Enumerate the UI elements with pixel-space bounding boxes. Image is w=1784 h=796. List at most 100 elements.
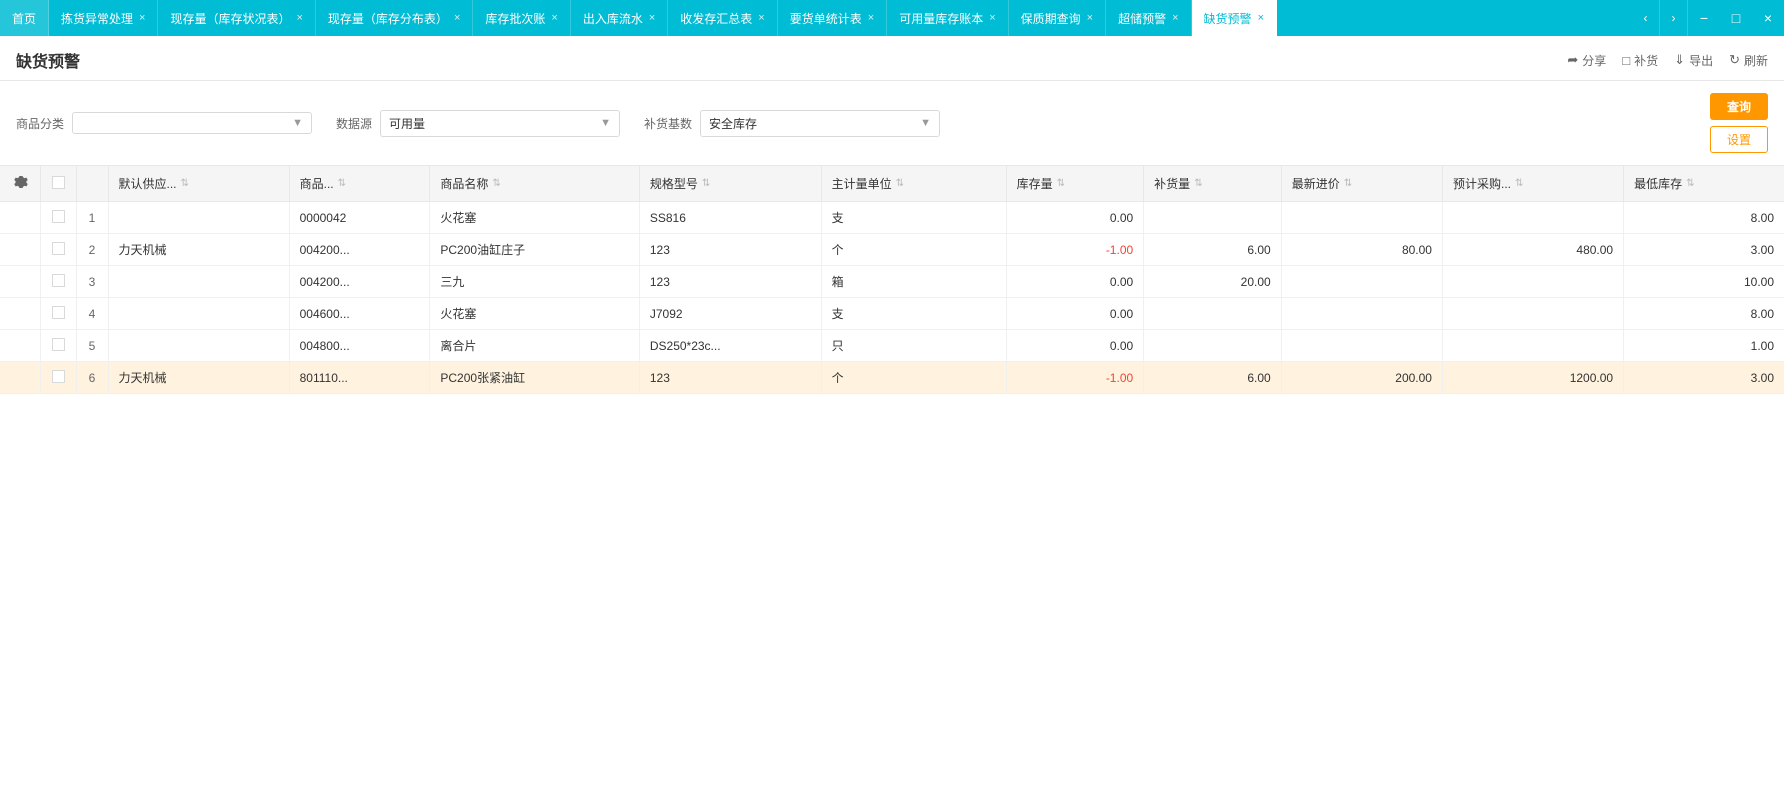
tab-item-home[interactable]: 首页 [0, 0, 49, 36]
sort-replenish-icon: ⇅ [1194, 178, 1202, 189]
row-checkbox-cell-2[interactable] [40, 266, 76, 298]
window-close-btn[interactable]: × [1752, 10, 1784, 26]
row-replenish-qty-1: 6.00 [1144, 234, 1282, 266]
datasource-chevron-icon: ▼ [600, 117, 611, 129]
th-min-stock[interactable]: 最低库存 ⇅ [1624, 166, 1784, 202]
table-row: 5004800...离合片DS250*23c...只0.001.00 [0, 330, 1784, 362]
row-replenish-qty-0 [1144, 202, 1282, 234]
tab-item-in-out-flow[interactable]: 出入库流水× [571, 0, 668, 36]
row-checkbox-0[interactable] [52, 210, 65, 223]
share-icon: ➦ [1567, 52, 1578, 68]
row-stock-3: 0.00 [1006, 298, 1144, 330]
window-maximize-btn[interactable]: □ [1720, 10, 1752, 26]
share-btn[interactable]: ➦ 分享 [1567, 52, 1606, 69]
tab-item-receipt-summary[interactable]: 收发存汇总表 × [668, 0, 777, 36]
tab-close-order-stats[interactable]: × [868, 12, 874, 24]
tab-item-expiry-query[interactable]: 保质期查询× [1009, 0, 1106, 36]
row-stock-5: -1.00 [1006, 362, 1144, 394]
window-minimize-btn[interactable]: − [1688, 10, 1720, 26]
row-checkbox-2[interactable] [52, 274, 65, 287]
replenish-btn[interactable]: □ 补货 [1622, 52, 1658, 69]
th-spec[interactable]: 规格型号 ⇅ [639, 166, 821, 202]
row-product-code-2: 004200... [289, 266, 430, 298]
th-estimated-purchase[interactable]: 预计采购... ⇅ [1442, 166, 1623, 202]
th-unit[interactable]: 主计量单位 ⇅ [821, 166, 1006, 202]
tab-item-shortage-warning[interactable]: 缺货预警× [1192, 0, 1277, 36]
row-checkbox-cell-1[interactable] [40, 234, 76, 266]
category-chevron-icon: ▼ [292, 117, 303, 129]
tab-label-home: 首页 [12, 10, 36, 27]
row-stock-1: -1.00 [1006, 234, 1144, 266]
row-replenish-qty-3 [1144, 298, 1282, 330]
tab-item-inventory-dist[interactable]: 现存量（库存分布表）× [316, 0, 473, 36]
tab-close-receipt-summary[interactable]: × [758, 12, 764, 24]
tab-close-expiry-query[interactable]: × [1087, 12, 1093, 24]
row-product-name-0: 火花塞 [430, 202, 639, 234]
tab-close-in-out-flow[interactable]: × [649, 12, 655, 24]
row-checkbox-1[interactable] [52, 242, 65, 255]
th-replenish-qty[interactable]: 补货量 ⇅ [1144, 166, 1282, 202]
th-checkbox[interactable] [40, 166, 76, 202]
tab-close-batch-account[interactable]: × [551, 12, 557, 24]
export-btn[interactable]: ⇓ 导出 [1674, 52, 1713, 69]
category-filter: 商品分类 ▼ [16, 112, 312, 134]
replenish-base-chevron-icon: ▼ [920, 117, 931, 129]
tab-close-defect-abnormal[interactable]: × [139, 12, 145, 24]
row-checkbox-5[interactable] [52, 370, 65, 383]
tab-next-btn[interactable]: › [1660, 0, 1688, 36]
row-checkbox-cell-5[interactable] [40, 362, 76, 394]
tab-item-order-stats[interactable]: 要货单统计表× [778, 0, 887, 36]
refresh-icon: ↻ [1729, 52, 1740, 68]
row-settings-cell-3 [0, 298, 40, 330]
tab-item-overstock-warning[interactable]: 超储预警× [1106, 0, 1191, 36]
row-checkbox-cell-4[interactable] [40, 330, 76, 362]
th-product-code[interactable]: 商品... ⇅ [289, 166, 430, 202]
row-number-1: 2 [76, 234, 108, 266]
th-product-name[interactable]: 商品名称 ⇅ [430, 166, 639, 202]
row-unit-0: 支 [821, 202, 1006, 234]
tab-label-receipt-summary: 收发存汇总表 [680, 10, 752, 27]
category-select[interactable]: ▼ [72, 112, 312, 134]
th-default-supplier[interactable]: 默认供应... ⇅ [108, 166, 289, 202]
row-replenish-qty-4 [1144, 330, 1282, 362]
table-row: 2力天机械004200...PC200油缸庄子123个-1.006.0080.0… [0, 234, 1784, 266]
tab-close-available-ledger[interactable]: × [989, 12, 995, 24]
tab-close-inventory-status[interactable]: × [296, 12, 302, 24]
th-stock[interactable]: 库存量 ⇅ [1006, 166, 1144, 202]
tab-close-overstock-warning[interactable]: × [1172, 12, 1178, 24]
settings-button[interactable]: 设置 [1710, 126, 1768, 153]
tab-bar: 首页拣货异常处理×现存量（库存状况表）×现存量（库存分布表）×库存批次账×出入库… [0, 0, 1784, 36]
row-spec-5: 123 [639, 362, 821, 394]
tab-close-shortage-warning[interactable]: × [1258, 12, 1264, 24]
header-checkbox[interactable] [52, 176, 65, 189]
row-supplier-0 [108, 202, 289, 234]
row-unit-4: 只 [821, 330, 1006, 362]
sort-estimated-icon: ⇅ [1515, 178, 1523, 189]
gear-icon[interactable] [12, 174, 28, 190]
row-estimated-purchase-0 [1442, 202, 1623, 234]
th-latest-price[interactable]: 最新进价 ⇅ [1281, 166, 1442, 202]
tab-item-defect-abnormal[interactable]: 拣货异常处理× [49, 0, 158, 36]
refresh-btn[interactable]: ↻ 刷新 [1729, 52, 1768, 69]
datasource-label: 数据源 [336, 115, 372, 132]
export-icon: ⇓ [1674, 52, 1685, 68]
page-header: 缺货预警 ➦ 分享 □ 补货 ⇓ 导出 ↻ 刷新 [0, 36, 1784, 81]
row-stock-2: 0.00 [1006, 266, 1144, 298]
row-unit-3: 支 [821, 298, 1006, 330]
tab-item-available-ledger[interactable]: 可用量库存账本× [887, 0, 1008, 36]
replenish-base-select[interactable]: 安全库存 ▼ [700, 110, 940, 137]
tab-item-inventory-status[interactable]: 现存量（库存状况表）× [158, 0, 315, 36]
row-supplier-2 [108, 266, 289, 298]
replenish-icon: □ [1622, 53, 1630, 68]
row-checkbox-cell-0[interactable] [40, 202, 76, 234]
sort-code-icon: ⇅ [338, 178, 346, 189]
query-button[interactable]: 查询 [1710, 93, 1768, 120]
row-checkbox-3[interactable] [52, 306, 65, 319]
tab-prev-btn[interactable]: ‹ [1632, 0, 1660, 36]
th-settings[interactable] [0, 166, 40, 202]
datasource-select[interactable]: 可用量 ▼ [380, 110, 620, 137]
row-checkbox-4[interactable] [52, 338, 65, 351]
row-checkbox-cell-3[interactable] [40, 298, 76, 330]
tab-close-inventory-dist[interactable]: × [454, 12, 460, 24]
tab-item-batch-account[interactable]: 库存批次账× [473, 0, 570, 36]
